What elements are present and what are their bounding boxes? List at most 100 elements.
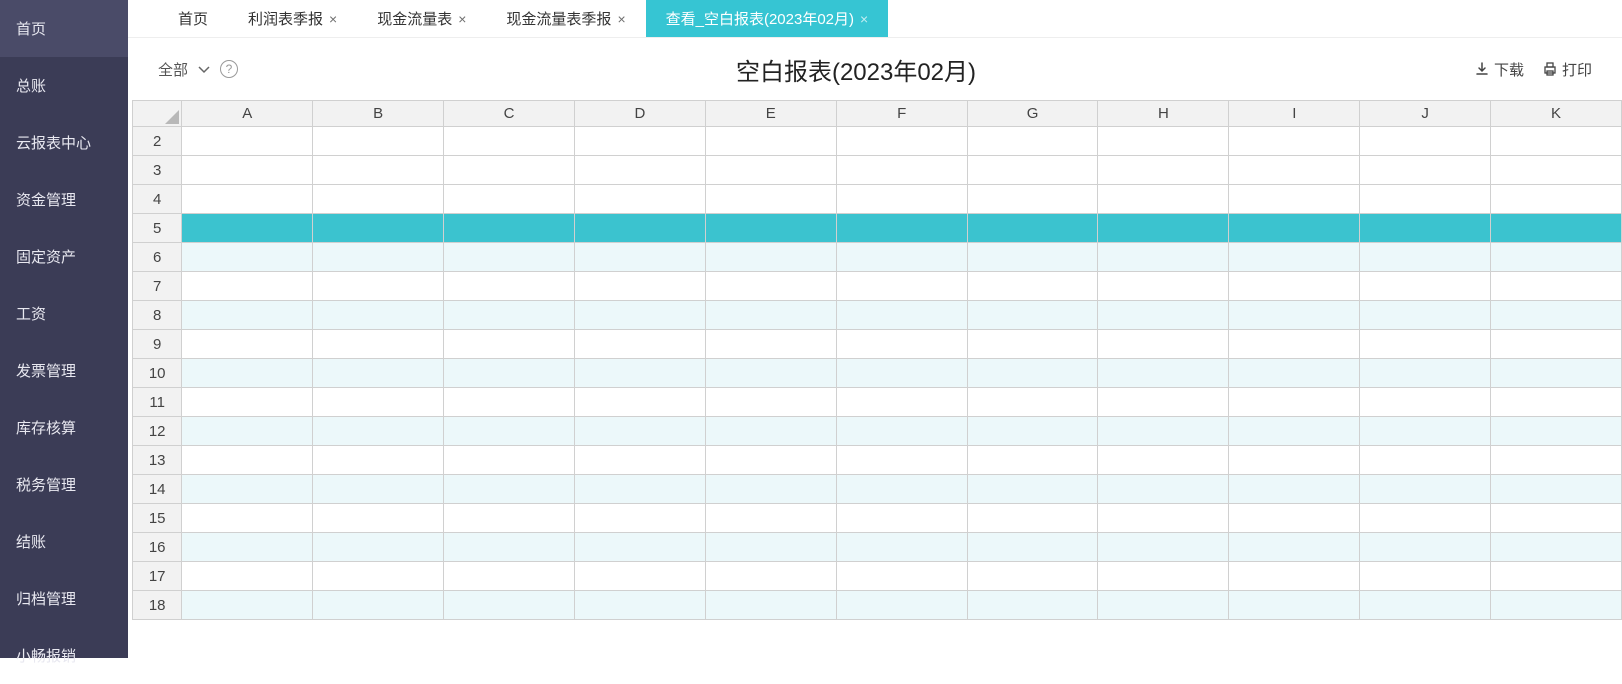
cell-A18[interactable] (182, 591, 313, 620)
cell-H18[interactable] (1098, 591, 1229, 620)
close-icon[interactable]: × (458, 11, 466, 27)
row-header-13[interactable]: 13 (133, 446, 182, 475)
cell-I15[interactable] (1229, 504, 1360, 533)
col-header-H[interactable]: H (1098, 101, 1229, 127)
cell-J18[interactable] (1360, 591, 1491, 620)
cell-E9[interactable] (705, 330, 836, 359)
close-icon[interactable]: × (329, 11, 337, 27)
cell-D6[interactable] (574, 243, 705, 272)
download-button[interactable]: 下载 (1474, 59, 1524, 80)
cell-J4[interactable] (1360, 185, 1491, 214)
sidebar-item-2[interactable]: 云报表中心 (0, 114, 128, 171)
cell-A5[interactable] (182, 214, 313, 243)
col-header-J[interactable]: J (1360, 101, 1491, 127)
cell-E2[interactable] (705, 127, 836, 156)
cell-D10[interactable] (574, 359, 705, 388)
cell-K2[interactable] (1491, 127, 1622, 156)
cell-G8[interactable] (967, 301, 1098, 330)
cell-K18[interactable] (1491, 591, 1622, 620)
cell-K11[interactable] (1491, 388, 1622, 417)
cell-I8[interactable] (1229, 301, 1360, 330)
cell-H10[interactable] (1098, 359, 1229, 388)
cell-A12[interactable] (182, 417, 313, 446)
cell-B3[interactable] (313, 156, 444, 185)
cell-E8[interactable] (705, 301, 836, 330)
cell-I18[interactable] (1229, 591, 1360, 620)
cell-I6[interactable] (1229, 243, 1360, 272)
tab-4[interactable]: 查看_空白报表(2023年02月)× (646, 0, 889, 37)
cell-B7[interactable] (313, 272, 444, 301)
tab-2[interactable]: 现金流量表× (357, 0, 486, 37)
cell-J10[interactable] (1360, 359, 1491, 388)
cell-A15[interactable] (182, 504, 313, 533)
cell-H14[interactable] (1098, 475, 1229, 504)
col-header-G[interactable]: G (967, 101, 1098, 127)
cell-E14[interactable] (705, 475, 836, 504)
cell-J14[interactable] (1360, 475, 1491, 504)
cell-A10[interactable] (182, 359, 313, 388)
cell-J8[interactable] (1360, 301, 1491, 330)
tab-1[interactable]: 利润表季报× (228, 0, 357, 37)
cell-F3[interactable] (836, 156, 967, 185)
cell-I2[interactable] (1229, 127, 1360, 156)
cell-F9[interactable] (836, 330, 967, 359)
cell-K13[interactable] (1491, 446, 1622, 475)
col-header-A[interactable]: A (182, 101, 313, 127)
tab-3[interactable]: 现金流量表季报× (486, 0, 645, 37)
cell-D13[interactable] (574, 446, 705, 475)
cell-K9[interactable] (1491, 330, 1622, 359)
cell-A13[interactable] (182, 446, 313, 475)
cell-C4[interactable] (444, 185, 575, 214)
cell-K3[interactable] (1491, 156, 1622, 185)
cell-I9[interactable] (1229, 330, 1360, 359)
cell-C12[interactable] (444, 417, 575, 446)
cell-C15[interactable] (444, 504, 575, 533)
cell-C14[interactable] (444, 475, 575, 504)
cell-A16[interactable] (182, 533, 313, 562)
row-header-6[interactable]: 6 (133, 243, 182, 272)
row-header-18[interactable]: 18 (133, 591, 182, 620)
cell-I16[interactable] (1229, 533, 1360, 562)
cell-F17[interactable] (836, 562, 967, 591)
col-header-E[interactable]: E (705, 101, 836, 127)
cell-K7[interactable] (1491, 272, 1622, 301)
cell-D4[interactable] (574, 185, 705, 214)
cell-J6[interactable] (1360, 243, 1491, 272)
spreadsheet[interactable]: ABCDEFGHIJK23456789101112131415161718 (132, 100, 1622, 658)
cell-G16[interactable] (967, 533, 1098, 562)
cell-J2[interactable] (1360, 127, 1491, 156)
cell-K8[interactable] (1491, 301, 1622, 330)
cell-A14[interactable] (182, 475, 313, 504)
cell-J7[interactable] (1360, 272, 1491, 301)
sidebar-item-5[interactable]: 工资 (0, 285, 128, 342)
cell-E18[interactable] (705, 591, 836, 620)
row-header-15[interactable]: 15 (133, 504, 182, 533)
cell-C13[interactable] (444, 446, 575, 475)
cell-D5[interactable] (574, 214, 705, 243)
cell-C7[interactable] (444, 272, 575, 301)
sidebar-item-8[interactable]: 税务管理 (0, 456, 128, 513)
print-button[interactable]: 打印 (1542, 59, 1592, 80)
cell-G3[interactable] (967, 156, 1098, 185)
cell-J5[interactable] (1360, 214, 1491, 243)
cell-F10[interactable] (836, 359, 967, 388)
cell-E12[interactable] (705, 417, 836, 446)
close-icon[interactable]: × (860, 11, 868, 27)
cell-H7[interactable] (1098, 272, 1229, 301)
cell-F5[interactable] (836, 214, 967, 243)
cell-D11[interactable] (574, 388, 705, 417)
row-header-11[interactable]: 11 (133, 388, 182, 417)
sidebar-item-1[interactable]: 总账 (0, 57, 128, 114)
cell-K12[interactable] (1491, 417, 1622, 446)
cell-G10[interactable] (967, 359, 1098, 388)
sidebar-item-4[interactable]: 固定资产 (0, 228, 128, 285)
cell-B6[interactable] (313, 243, 444, 272)
cell-A9[interactable] (182, 330, 313, 359)
cell-D9[interactable] (574, 330, 705, 359)
cell-F13[interactable] (836, 446, 967, 475)
cell-I12[interactable] (1229, 417, 1360, 446)
close-icon[interactable]: × (617, 11, 625, 27)
cell-J17[interactable] (1360, 562, 1491, 591)
cell-I10[interactable] (1229, 359, 1360, 388)
cell-G9[interactable] (967, 330, 1098, 359)
